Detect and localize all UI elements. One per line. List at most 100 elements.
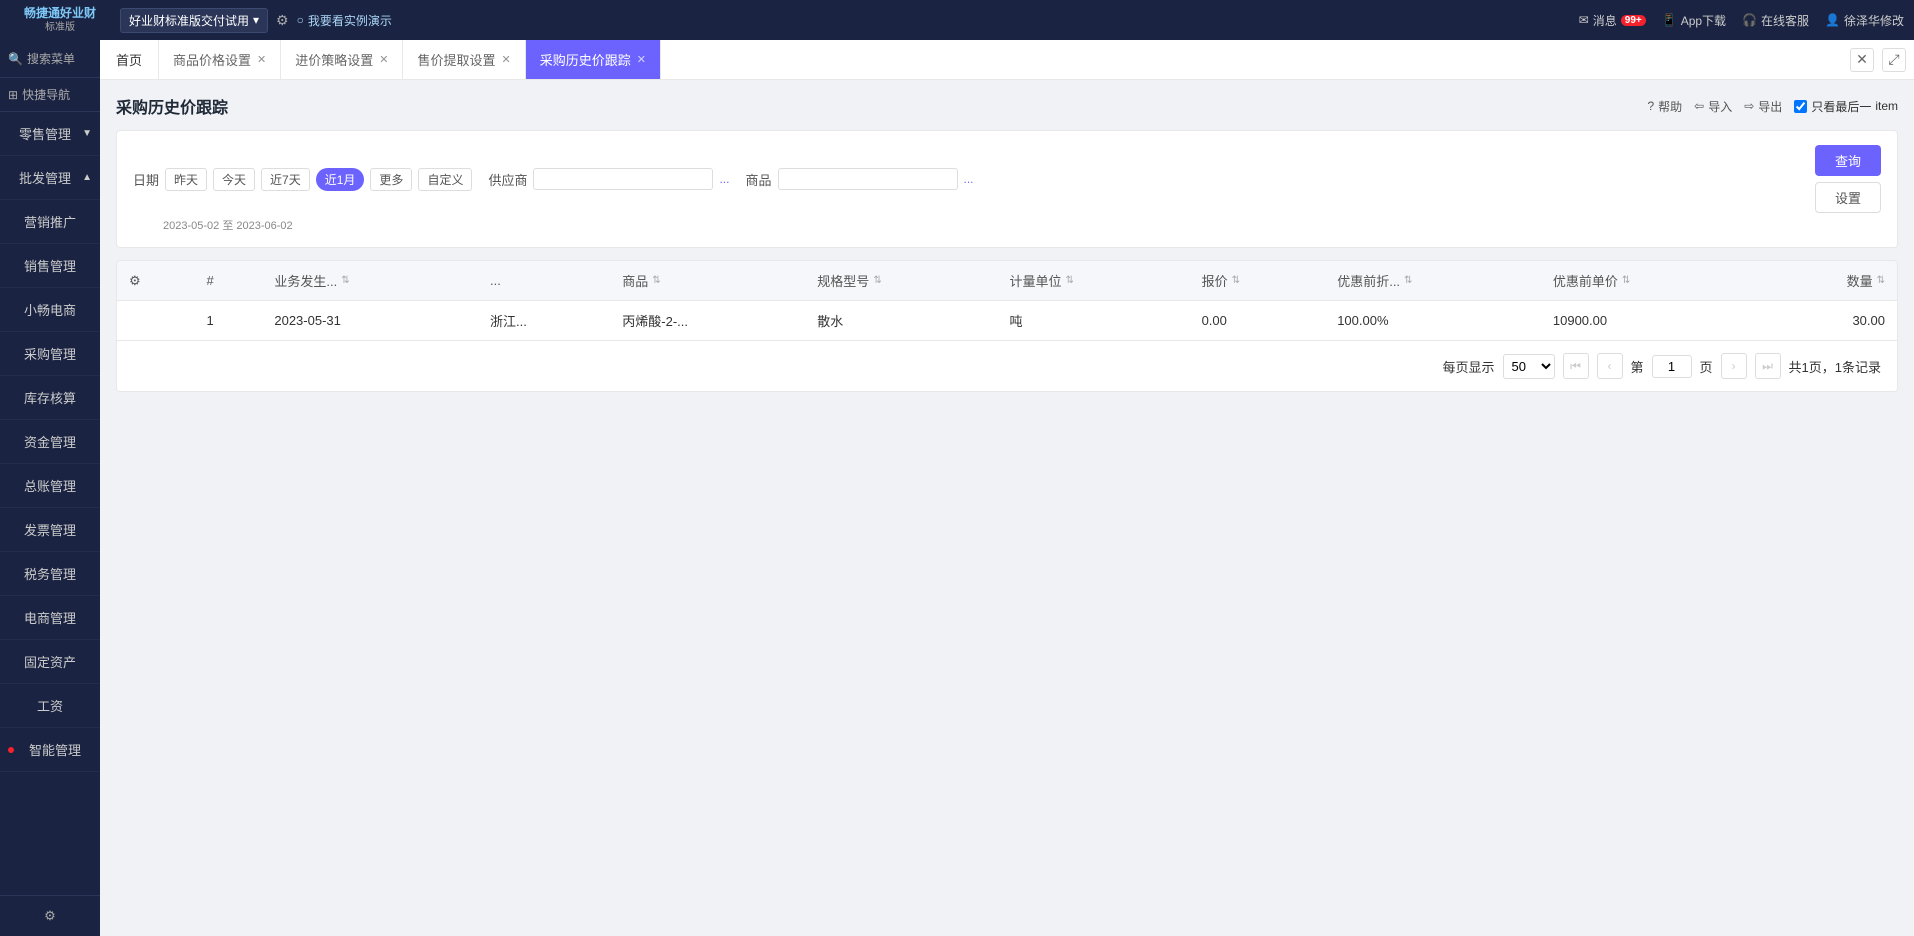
col-header-quantity[interactable]: 数量 ⇅ bbox=[1761, 261, 1897, 301]
col-header-price[interactable]: 报价 ⇅ bbox=[1190, 261, 1326, 301]
date-btn-custom[interactable]: 自定义 bbox=[418, 168, 472, 191]
user-name-label: 徐泽华修改 bbox=[1844, 12, 1904, 29]
sidebar-item-payroll[interactable]: 工资 bbox=[0, 684, 100, 728]
date-label: 日期 bbox=[133, 170, 159, 189]
search-icon: 🔍 bbox=[8, 52, 23, 66]
page-label: 第 bbox=[1631, 357, 1644, 376]
col-header-unit[interactable]: 计量单位 ⇅ bbox=[997, 261, 1189, 301]
sidebar-item-sales-label: 销售管理 bbox=[8, 256, 92, 275]
sidebar-item-ecom-small-label: 小畅电商 bbox=[8, 300, 92, 319]
query-button[interactable]: 查询 bbox=[1815, 145, 1881, 176]
page-prev-btn[interactable]: ‹ bbox=[1597, 353, 1623, 379]
col-header-spec[interactable]: 规格型号 ⇅ bbox=[805, 261, 997, 301]
sidebar-item-ledger[interactable]: 总账管理 bbox=[0, 464, 100, 508]
header-settings-button[interactable]: ⚙ bbox=[276, 12, 289, 29]
date-btn-1month[interactable]: 近1月 bbox=[316, 168, 365, 191]
row-gear bbox=[117, 301, 194, 341]
online-service-label: 在线客服 bbox=[1761, 12, 1809, 29]
only-last-checkbox[interactable] bbox=[1794, 100, 1807, 113]
sidebar-item-tax[interactable]: 税务管理 bbox=[0, 552, 100, 596]
sidebar-item-marketing[interactable]: 营销推广 bbox=[0, 200, 100, 244]
user-menu-button[interactable]: 👤 徐泽华修改 bbox=[1825, 12, 1904, 29]
goods-label: 商品 bbox=[745, 170, 771, 189]
col-more-label: ... bbox=[490, 273, 501, 288]
sidebar-item-ecom[interactable]: 电商管理 bbox=[0, 596, 100, 640]
tab-close-button[interactable]: ✕ bbox=[1850, 48, 1874, 72]
sidebar-item-inventory[interactable]: 库存核算 bbox=[0, 376, 100, 420]
tab-strategy[interactable]: 进价策略设置 ✕ bbox=[281, 40, 403, 79]
gear-icon: ⚙ bbox=[44, 908, 56, 924]
col-header-discount[interactable]: 优惠前折... ⇅ bbox=[1325, 261, 1541, 301]
sidebar-footer-settings[interactable]: ⚙ bbox=[0, 895, 100, 936]
import-link[interactable]: ⇦ 导入 bbox=[1694, 98, 1732, 115]
sidebar-item-purchase[interactable]: 采购管理 bbox=[0, 332, 100, 376]
sidebar-item-invoice[interactable]: 发票管理 bbox=[0, 508, 100, 552]
date-btn-7days[interactable]: 近7天 bbox=[261, 168, 310, 191]
demo-button[interactable]: ○ 我要看实例演示 bbox=[297, 12, 392, 29]
tab-home[interactable]: 首页 bbox=[100, 40, 159, 79]
date-btn-more[interactable]: 更多 bbox=[370, 168, 412, 191]
tab-history-price-close-icon[interactable]: ✕ bbox=[637, 53, 646, 66]
sidebar-item-ecom-small[interactable]: 小畅电商 bbox=[0, 288, 100, 332]
per-page-select[interactable]: 10 20 50 100 bbox=[1503, 354, 1555, 379]
date-filter: 日期 昨天 今天 近7天 近1月 更多 自定义 bbox=[133, 168, 472, 191]
message-button[interactable]: ✉ 消息 99+ bbox=[1579, 12, 1646, 29]
tab-home-label: 首页 bbox=[116, 50, 142, 69]
sidebar-item-inventory-label: 库存核算 bbox=[8, 388, 92, 407]
row-biz-date: 2023-05-31 bbox=[262, 301, 478, 341]
sidebar-item-wholesale[interactable]: 批发管理 ▲ bbox=[0, 156, 100, 200]
sidebar-item-finance[interactable]: 资金管理 bbox=[0, 420, 100, 464]
online-service-button[interactable]: 🎧 在线客服 bbox=[1742, 12, 1809, 29]
goods-input[interactable] bbox=[778, 168, 958, 190]
sort-icon-price: ⇅ bbox=[1232, 275, 1240, 286]
sidebar-search[interactable]: 🔍 搜索菜单 bbox=[0, 40, 100, 78]
col-header-pre-discount-price[interactable]: 优惠前单价 ⇅ bbox=[1541, 261, 1761, 301]
page-content: 采购历史价跟踪 ? 帮助 ⇦ 导入 ⇨ 导出 bbox=[100, 80, 1914, 936]
tab-sale-price-close-icon[interactable]: ✕ bbox=[502, 53, 511, 66]
help-link[interactable]: ? 帮助 bbox=[1647, 98, 1682, 115]
goods-more-btn[interactable]: ... bbox=[964, 172, 974, 186]
logo-subtitle: 标准版 bbox=[45, 21, 75, 34]
col-header-gear[interactable]: ⚙ bbox=[117, 261, 194, 301]
page-last-btn[interactable]: ⏭ bbox=[1755, 353, 1781, 379]
col-header-more[interactable]: ... bbox=[478, 261, 610, 301]
chevron-icon: ▲ bbox=[82, 172, 92, 183]
date-btn-today[interactable]: 今天 bbox=[213, 168, 255, 191]
sidebar-item-smart[interactable]: 智能管理 bbox=[0, 728, 100, 772]
tab-strategy-close-icon[interactable]: ✕ bbox=[379, 53, 388, 66]
tab-price[interactable]: 商品价格设置 ✕ bbox=[159, 40, 281, 79]
page-first-btn[interactable]: ⏮ bbox=[1563, 353, 1589, 379]
tab-sale-price-label: 售价提取设置 bbox=[417, 50, 495, 69]
header-right: ✉ 消息 99+ 📱 App下载 🎧 在线客服 👤 徐泽华修改 bbox=[1579, 12, 1904, 29]
date-btn-yesterday[interactable]: 昨天 bbox=[165, 168, 207, 191]
filter-buttons: 查询 设置 bbox=[1815, 145, 1881, 213]
page-input[interactable] bbox=[1652, 355, 1692, 378]
main-layout: 🔍 搜索菜单 ⊞ 快捷导航 零售管理 ▼ 批发管理 ▲ 营销推广 销售管理 小畅… bbox=[0, 40, 1914, 936]
only-last-checkbox-label: 只看最后一 item bbox=[1794, 98, 1898, 115]
sort-icon-goods: ⇅ bbox=[652, 275, 660, 286]
row-supplier: 浙江... bbox=[478, 301, 610, 341]
col-header-goods[interactable]: 商品 ⇅ bbox=[610, 261, 805, 301]
supplier-more-btn[interactable]: ... bbox=[719, 172, 729, 186]
tab-sale-price[interactable]: 售价提取设置 ✕ bbox=[403, 40, 525, 79]
sidebar-item-retail[interactable]: 零售管理 ▼ bbox=[0, 112, 100, 156]
header-center: 好业财标准版交付试用 ▾ ⚙ ○ 我要看实例演示 bbox=[110, 8, 1579, 33]
sidebar-item-sales[interactable]: 销售管理 bbox=[0, 244, 100, 288]
tab-maximize-button[interactable]: ⤢ bbox=[1882, 48, 1906, 72]
tab-price-close-icon[interactable]: ✕ bbox=[257, 53, 266, 66]
version-select[interactable]: 好业财标准版交付试用 ▾ bbox=[120, 8, 268, 33]
col-header-biz-date[interactable]: 业务发生... ⇅ bbox=[262, 261, 478, 301]
tab-history-price[interactable]: 采购历史价跟踪 ✕ bbox=[526, 40, 661, 79]
settings-button[interactable]: 设置 bbox=[1815, 182, 1881, 213]
sidebar-item-assets[interactable]: 固定资产 bbox=[0, 640, 100, 684]
export-link[interactable]: ⇨ 导出 bbox=[1744, 98, 1782, 115]
app-download-button[interactable]: 📱 App下载 bbox=[1662, 12, 1726, 29]
pagination-summary: 共1页，1条记录 bbox=[1789, 357, 1881, 376]
supplier-input[interactable] bbox=[533, 168, 713, 190]
sidebar-quick-nav[interactable]: ⊞ 快捷导航 bbox=[0, 78, 100, 112]
demo-label: 我要看实例演示 bbox=[308, 12, 392, 29]
item-text: item bbox=[1875, 99, 1898, 113]
col-price-label: 报价 bbox=[1202, 271, 1228, 290]
col-quantity-label: 数量 bbox=[1847, 271, 1873, 290]
page-next-btn[interactable]: › bbox=[1721, 353, 1747, 379]
